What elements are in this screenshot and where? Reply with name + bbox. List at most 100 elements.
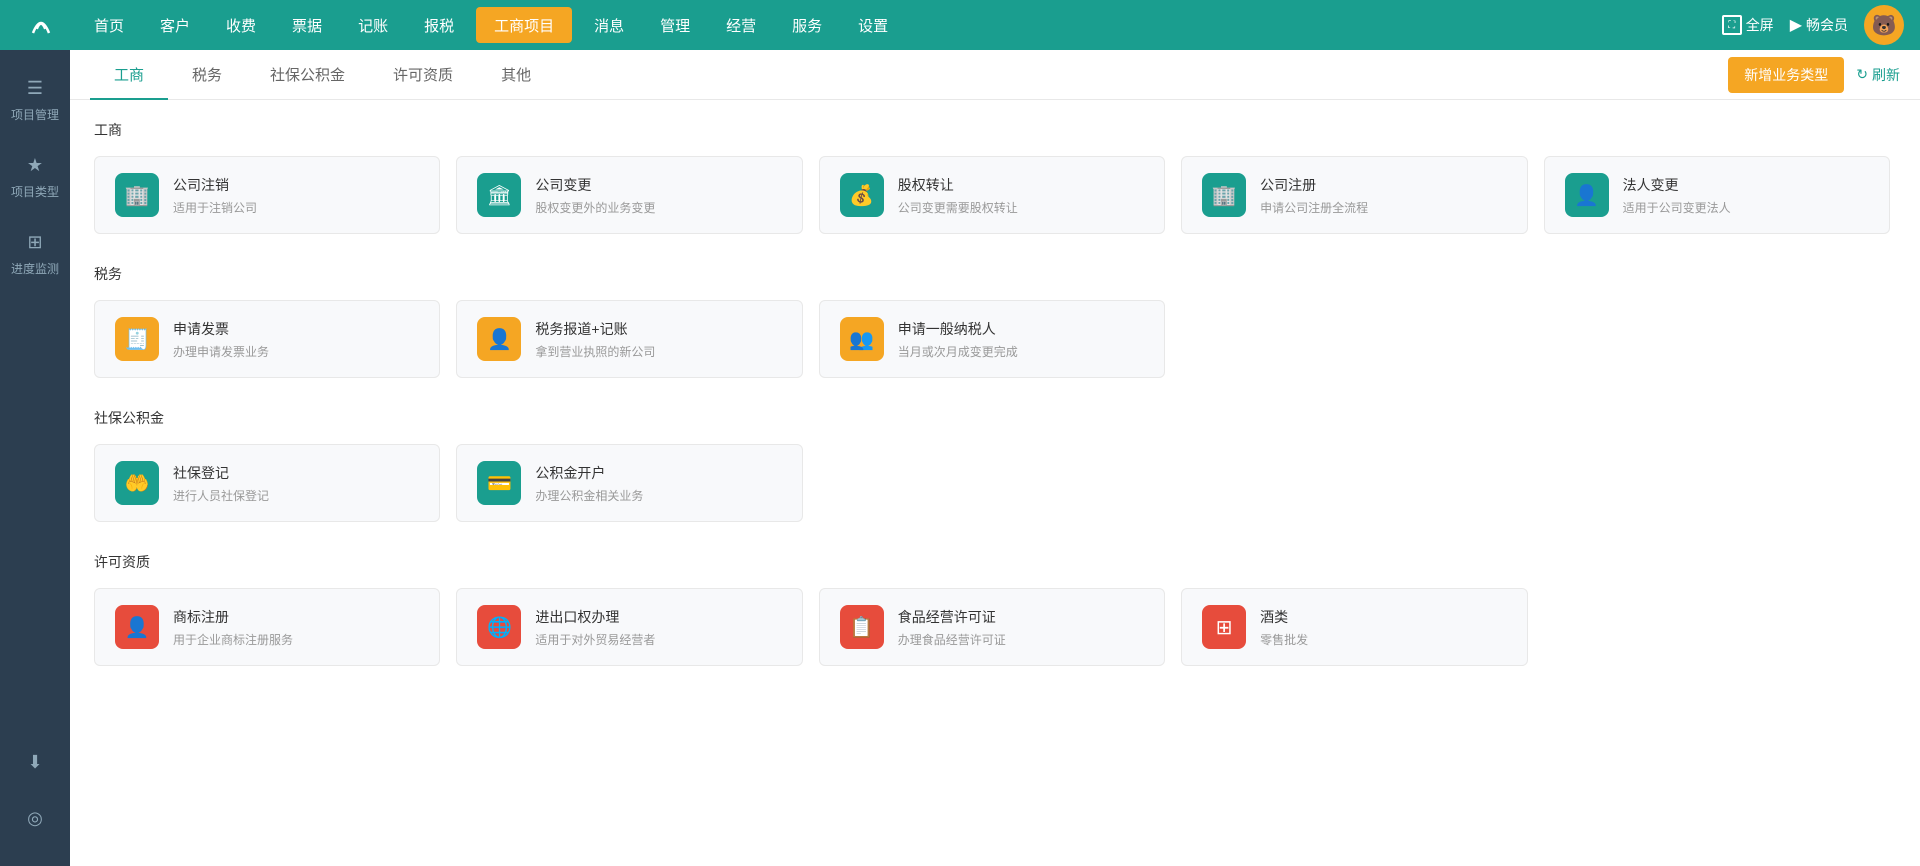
service-card[interactable]: ⊞ 酒类 零售批发 — [1181, 588, 1527, 666]
refresh-icon: ↻ — [1856, 66, 1868, 83]
tab-社保公积金[interactable]: 社保公积金 — [246, 50, 369, 100]
sidebar-item-项目管理[interactable]: ☰项目管理 — [0, 60, 70, 137]
tab-其他[interactable]: 其他 — [477, 50, 555, 100]
sidebar-icon: ⊞ — [21, 228, 49, 256]
card-info: 公积金开户 办理公积金相关业务 — [535, 463, 643, 504]
card-title: 进出口权办理 — [535, 607, 655, 627]
avatar[interactable]: 🐻 — [1864, 5, 1904, 45]
refresh-button[interactable]: ↻ 刷新 — [1856, 65, 1900, 85]
card-info: 股权转让 公司变更需要股权转让 — [898, 175, 1018, 216]
sidebar: ☰项目管理★项目类型⊞进度监测 ⬇ ◎ — [0, 50, 70, 866]
card-info: 法人变更 适用于公司变更法人 — [1623, 175, 1731, 216]
card-desc: 用于企业商标注册服务 — [173, 631, 293, 648]
section-title: 工商 — [94, 120, 1896, 140]
card-icon: 🏢 — [115, 173, 159, 217]
card-title: 商标注册 — [173, 607, 293, 627]
sidebar-item-项目类型[interactable]: ★项目类型 — [0, 137, 70, 214]
sidebar-icon: ★ — [21, 151, 49, 179]
card-desc: 适用于对外贸易经营者 — [535, 631, 655, 648]
service-card[interactable]: 📋 食品经营许可证 办理食品经营许可证 — [819, 588, 1165, 666]
nav-item-设置[interactable]: 设置 — [840, 0, 906, 50]
nav-item-工商项目[interactable]: 工商项目 — [476, 7, 572, 43]
service-card[interactable]: 💰 股权转让 公司变更需要股权转让 — [819, 156, 1165, 234]
card-title: 社保登记 — [173, 463, 269, 483]
tab-actions: 新增业务类型 ↻ 刷新 — [1728, 57, 1900, 93]
card-info: 公司变更 股权变更外的业务变更 — [535, 175, 655, 216]
sidebar-label: 项目管理 — [11, 106, 59, 123]
card-title: 税务报道+记账 — [535, 319, 655, 339]
card-desc: 适用于注销公司 — [173, 199, 257, 216]
card-desc: 当月或次月成变更完成 — [898, 343, 1018, 360]
tab-许可资质[interactable]: 许可资质 — [369, 50, 477, 100]
add-type-button[interactable]: 新增业务类型 — [1728, 57, 1844, 93]
service-card[interactable]: 👤 法人变更 适用于公司变更法人 — [1544, 156, 1890, 234]
service-card[interactable]: 🤲 社保登记 进行人员社保登记 — [94, 444, 440, 522]
service-card[interactable]: 💳 公积金开户 办理公积金相关业务 — [456, 444, 802, 522]
nav-item-服务[interactable]: 服务 — [774, 0, 840, 50]
card-info: 公司注册 申请公司注册全流程 — [1260, 175, 1368, 216]
card-desc: 办理申请发票业务 — [173, 343, 269, 360]
card-info: 社保登记 进行人员社保登记 — [173, 463, 269, 504]
card-title: 公司变更 — [535, 175, 655, 195]
card-info: 食品经营许可证 办理食品经营许可证 — [898, 607, 1006, 648]
nav-item-报税[interactable]: 报税 — [406, 0, 472, 50]
nav-item-经营[interactable]: 经营 — [708, 0, 774, 50]
nav-item-收费[interactable]: 收费 — [208, 0, 274, 50]
scroll-content: 工商 🏢 公司注销 适用于注销公司 🏛 公司变更 股权变更外的业务变更 💰 股权… — [70, 100, 1920, 866]
card-title: 公积金开户 — [535, 463, 643, 483]
card-icon: 🏢 — [1202, 173, 1246, 217]
section-title: 许可资质 — [94, 552, 1896, 572]
cards-grid: 🏢 公司注销 适用于注销公司 🏛 公司变更 股权变更外的业务变更 💰 股权转让 … — [94, 156, 1896, 234]
logo — [16, 0, 66, 50]
nav-item-管理[interactable]: 管理 — [642, 0, 708, 50]
sidebar-bottom-icon: ⬇ — [21, 748, 49, 776]
member-button[interactable]: ▶ 畅会员 — [1790, 15, 1848, 35]
card-icon: 💳 — [477, 461, 521, 505]
card-info: 进出口权办理 适用于对外贸易经营者 — [535, 607, 655, 648]
card-desc: 办理公积金相关业务 — [535, 487, 643, 504]
cards-grid: 🧾 申请发票 办理申请发票业务 👤 税务报道+记账 拿到营业执照的新公司 👥 申… — [94, 300, 1896, 378]
section-工商: 工商 🏢 公司注销 适用于注销公司 🏛 公司变更 股权变更外的业务变更 💰 股权… — [94, 120, 1896, 234]
sidebar-bottom-item[interactable]: ⬇ — [0, 734, 70, 790]
card-title: 法人变更 — [1623, 175, 1731, 195]
service-card[interactable]: 🏢 公司注册 申请公司注册全流程 — [1181, 156, 1527, 234]
member-label: 畅会员 — [1806, 15, 1848, 35]
sidebar-item-进度监测[interactable]: ⊞进度监测 — [0, 214, 70, 291]
card-icon: 👥 — [840, 317, 884, 361]
service-card[interactable]: 🌐 进出口权办理 适用于对外贸易经营者 — [456, 588, 802, 666]
section-title: 税务 — [94, 264, 1896, 284]
service-card[interactable]: 👥 申请一般纳税人 当月或次月成变更完成 — [819, 300, 1165, 378]
nav-items: 首页客户收费票据记账报税工商项目消息管理经营服务设置 — [76, 0, 1722, 50]
card-icon: 🌐 — [477, 605, 521, 649]
fullscreen-label: 全屏 — [1746, 15, 1774, 35]
service-card[interactable]: 🏢 公司注销 适用于注销公司 — [94, 156, 440, 234]
card-desc: 公司变更需要股权转让 — [898, 199, 1018, 216]
fullscreen-button[interactable]: ⛶ 全屏 — [1722, 15, 1774, 35]
card-icon: 👤 — [477, 317, 521, 361]
tab-税务[interactable]: 税务 — [168, 50, 246, 100]
nav-right: ⛶ 全屏 ▶ 畅会员 🐻 — [1722, 5, 1904, 45]
card-desc: 进行人员社保登记 — [173, 487, 269, 504]
card-icon: 👤 — [1565, 173, 1609, 217]
card-desc: 适用于公司变更法人 — [1623, 199, 1731, 216]
card-desc: 拿到营业执照的新公司 — [535, 343, 655, 360]
card-icon: 👤 — [115, 605, 159, 649]
card-info: 商标注册 用于企业商标注册服务 — [173, 607, 293, 648]
content-area: 工商税务社保公积金许可资质其他 新增业务类型 ↻ 刷新 工商 🏢 公司注销 适用… — [70, 50, 1920, 866]
nav-item-票据[interactable]: 票据 — [274, 0, 340, 50]
fullscreen-icon: ⛶ — [1722, 15, 1742, 35]
service-card[interactable]: 👤 税务报道+记账 拿到营业执照的新公司 — [456, 300, 802, 378]
tab-工商[interactable]: 工商 — [90, 50, 168, 100]
card-icon: 🧾 — [115, 317, 159, 361]
service-card[interactable]: 🧾 申请发票 办理申请发票业务 — [94, 300, 440, 378]
card-title: 公司注销 — [173, 175, 257, 195]
card-title: 酒类 — [1260, 607, 1308, 627]
service-card[interactable]: 👤 商标注册 用于企业商标注册服务 — [94, 588, 440, 666]
service-card[interactable]: 🏛 公司变更 股权变更外的业务变更 — [456, 156, 802, 234]
nav-item-首页[interactable]: 首页 — [76, 0, 142, 50]
sidebar-bottom-item[interactable]: ◎ — [0, 790, 70, 846]
nav-item-记账[interactable]: 记账 — [340, 0, 406, 50]
nav-item-消息[interactable]: 消息 — [576, 0, 642, 50]
nav-item-客户[interactable]: 客户 — [142, 0, 208, 50]
tab-bar: 工商税务社保公积金许可资质其他 新增业务类型 ↻ 刷新 — [70, 50, 1920, 100]
